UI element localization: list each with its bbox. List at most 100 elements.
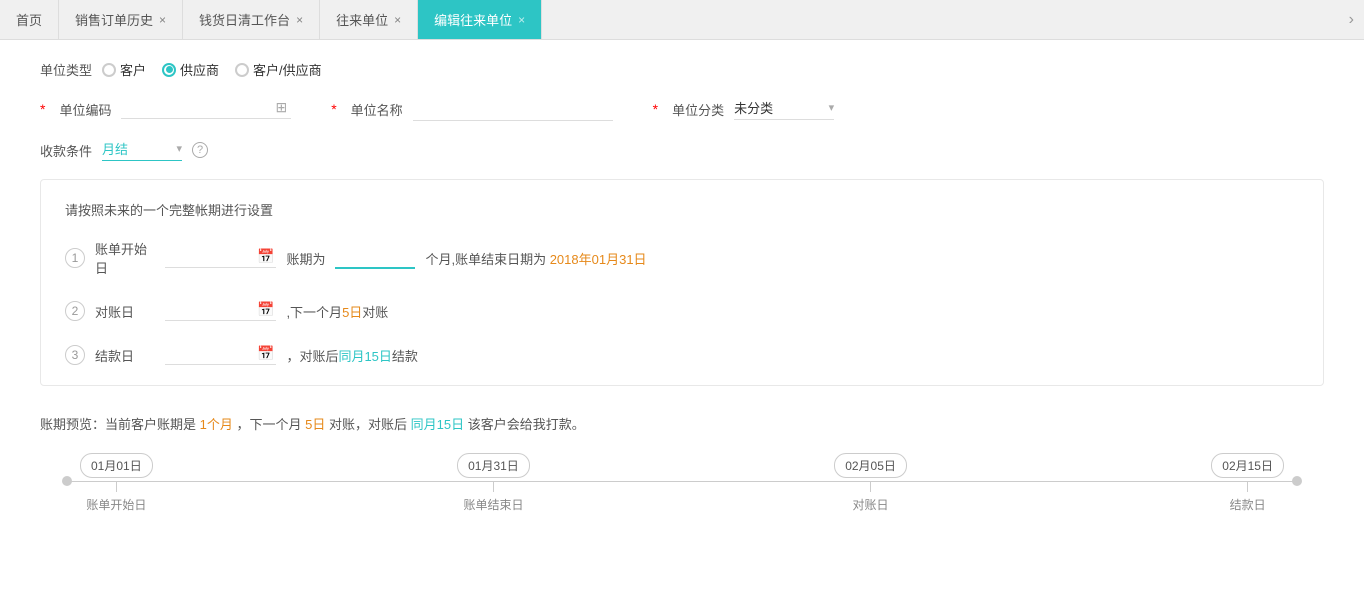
calendar-icon-3[interactable]: 📅: [255, 345, 276, 362]
period-row-num-1: 1: [65, 248, 85, 268]
close-tab-edit-partner[interactable]: ×: [518, 13, 525, 27]
code-name-category-row: * 单位编码 000001 ⊞ * 单位名称 河南供应商22 * 单位分类 未分…: [40, 97, 1324, 121]
period-date-input-3[interactable]: 2018-02-15: [165, 346, 255, 361]
tab-partners-label: 往来单位: [336, 10, 388, 29]
period-row3-desc: ，对账后同月15日结款: [286, 346, 418, 365]
row3-highlight: 同月15日: [338, 349, 391, 364]
timeline-node-1: 01月31日 账单结束日: [457, 453, 530, 513]
period-date-3: 2018-02-15 📅: [165, 345, 276, 365]
period-row-num-3: 3: [65, 345, 85, 365]
radio-supplier-label: 供应商: [180, 60, 219, 79]
timeline-section: 01月01日 账单开始日 01月31日 账单结束日 02月05日 对账日 02月…: [40, 453, 1324, 513]
timeline-connector-1: [493, 482, 494, 492]
timeline-connector-2: [870, 482, 871, 492]
tab-daily-work[interactable]: 钱货日清工作台 ×: [183, 0, 320, 39]
period-row-num-2: 2: [65, 301, 85, 321]
preview-sep2: 对账，对账后: [329, 417, 407, 432]
radio-customer[interactable]: 客户: [102, 60, 146, 79]
timeline-node-3: 02月15日 结款日: [1211, 453, 1284, 513]
radio-both[interactable]: 客户/供应商: [235, 60, 322, 79]
tab-more-arrow[interactable]: ›: [1339, 0, 1364, 39]
timeline-node-2: 02月05日 对账日: [834, 453, 907, 513]
tab-partners[interactable]: 往来单位 ×: [320, 0, 418, 39]
timeline-sublabel-3: 结款日: [1230, 496, 1266, 513]
unit-code-label: 单位编码: [59, 100, 111, 119]
period-row-1: 1 账单开始日 2018-01-01 📅 账期为 1 个月,账单结束日期为 20…: [65, 239, 1299, 277]
period-text-label: 账期为: [286, 249, 325, 268]
tab-home[interactable]: 首页: [0, 0, 59, 39]
row2-highlight: 5日: [342, 305, 362, 320]
close-tab-partners[interactable]: ×: [394, 13, 401, 27]
unit-code-icon[interactable]: ⊞: [271, 99, 291, 116]
preview-label: 账期预览：当前客户账期是: [40, 417, 196, 432]
unit-category-value: 未分类: [734, 98, 828, 117]
timeline-nodes: 01月01日 账单开始日 01月31日 账单结束日 02月05日 对账日 02月…: [60, 453, 1304, 513]
tab-sales-history-label: 销售订单历史: [75, 10, 153, 29]
tab-daily-work-label: 钱货日清工作台: [199, 10, 290, 29]
unit-type-label: 单位类型: [40, 60, 92, 79]
payment-terms-row: 收款条件 月结 ▾ ?: [40, 139, 1324, 161]
period-date-2: 2018-02-05 📅: [165, 301, 276, 321]
unit-category-label: 单位分类: [672, 100, 724, 119]
period-end-date: 2018年01月31日: [550, 252, 647, 267]
category-required-star: *: [653, 101, 658, 117]
preview-part3: 同月15日: [411, 417, 464, 432]
timeline-sublabel-0: 账单开始日: [86, 496, 146, 513]
close-tab-daily-work[interactable]: ×: [296, 13, 303, 27]
unit-name-label: 单位名称: [351, 100, 403, 119]
timeline-connector-0: [116, 482, 117, 492]
calendar-icon-2[interactable]: 📅: [255, 301, 276, 318]
payment-terms-select[interactable]: 月结 ▾: [102, 139, 182, 161]
preview-sep1: ，下一个月: [237, 417, 302, 432]
unit-code-field: 000001 ⊞: [121, 99, 291, 119]
radio-supplier-circle: [162, 63, 176, 77]
unit-category-dropdown-arrow: ▾: [829, 101, 835, 114]
period-date-input-1[interactable]: 2018-01-01: [165, 249, 255, 264]
timeline-date-0: 01月01日: [80, 453, 153, 478]
payment-terms-dropdown-arrow: ▾: [176, 142, 182, 155]
timeline-sublabel-1: 账单结束日: [463, 496, 523, 513]
period-unit-text: 个月,账单结束日期为 2018年01月31日: [425, 249, 646, 268]
tab-edit-partner-label: 编辑往来单位: [434, 10, 512, 29]
timeline-date-2: 02月05日: [834, 453, 907, 478]
period-settings-box: 请按照未来的一个完整帐期进行设置 1 账单开始日 2018-01-01 📅 账期…: [40, 179, 1324, 386]
unit-category-select[interactable]: 未分类 ▾: [734, 98, 834, 120]
radio-customer-circle: [102, 63, 116, 77]
period-title: 请按照未来的一个完整帐期进行设置: [65, 200, 1299, 219]
unit-type-row: 单位类型 客户 供应商 客户/供应商: [40, 60, 1324, 79]
period-num-input[interactable]: 1: [335, 248, 415, 269]
unit-type-radio-group: 客户 供应商 客户/供应商: [102, 60, 322, 79]
timeline-connector-3: [1247, 482, 1248, 492]
preview-part2: 5日: [305, 417, 325, 432]
payment-terms-value: 月结: [102, 139, 172, 158]
timeline-sublabel-2: 对账日: [853, 496, 889, 513]
help-icon[interactable]: ?: [192, 142, 208, 158]
radio-customer-label: 客户: [120, 60, 146, 79]
period-row-2: 2 对账日 2018-02-05 📅 ,下一个月5日对账: [65, 301, 1299, 321]
period-field-label-2: 对账日: [95, 302, 155, 321]
tab-edit-partner[interactable]: 编辑往来单位 ×: [418, 0, 542, 39]
radio-supplier[interactable]: 供应商: [162, 60, 219, 79]
close-tab-sales-history[interactable]: ×: [159, 13, 166, 27]
main-content: 单位类型 客户 供应商 客户/供应商 * 单位编码 000001 ⊞ * 单位名…: [0, 40, 1364, 608]
timeline-date-3: 02月15日: [1211, 453, 1284, 478]
payment-terms-label: 收款条件: [40, 141, 92, 160]
radio-both-label: 客户/供应商: [253, 60, 322, 79]
tab-home-label: 首页: [16, 10, 42, 29]
period-date-input-2[interactable]: 2018-02-05: [165, 302, 255, 317]
unit-code-input[interactable]: 000001: [121, 100, 271, 115]
timeline-node-0: 01月01日 账单开始日: [80, 453, 153, 513]
period-row-3: 3 结款日 2018-02-15 📅 ，对账后同月15日结款: [65, 345, 1299, 365]
period-row2-desc: ,下一个月5日对账: [286, 302, 388, 321]
preview-section: 账期预览：当前客户账期是 1个月 ，下一个月 5日 对账，对账后 同月15日 该…: [40, 402, 1324, 453]
radio-both-circle: [235, 63, 249, 77]
tab-sales-history[interactable]: 销售订单历史 ×: [59, 0, 183, 39]
timeline-date-1: 01月31日: [457, 453, 530, 478]
preview-suffix: 该客户会给我打款。: [468, 417, 585, 432]
period-field-label-1: 账单开始日: [95, 239, 155, 277]
calendar-icon-1[interactable]: 📅: [255, 248, 276, 265]
unit-name-input[interactable]: 河南供应商22: [413, 97, 613, 121]
period-field-label-3: 结款日: [95, 346, 155, 365]
name-required-star: *: [331, 101, 336, 117]
period-date-1: 2018-01-01 📅: [165, 248, 276, 268]
